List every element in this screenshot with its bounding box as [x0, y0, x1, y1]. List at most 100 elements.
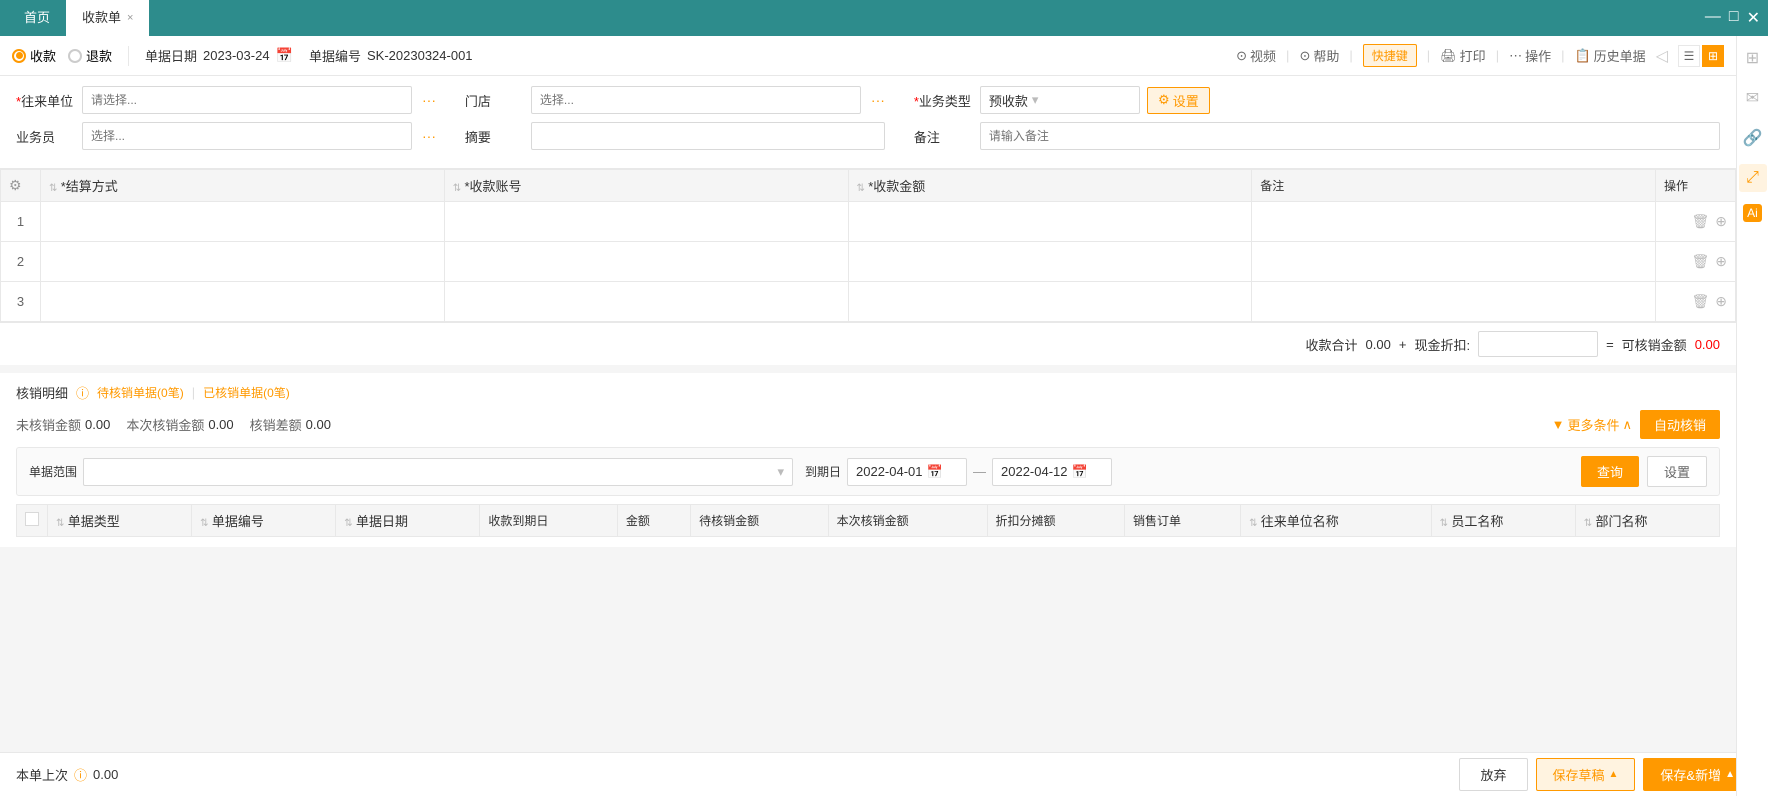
radio-refund[interactable]: 退款: [68, 46, 112, 65]
partner-field: *往来单位 ···: [16, 86, 436, 114]
partner-more-icon[interactable]: ···: [422, 92, 436, 108]
pending-tab[interactable]: 待核销单据(0笔): [97, 384, 184, 401]
calendar-icon[interactable]: 📅: [276, 47, 293, 64]
date-to-picker[interactable]: 2022-04-12 📅: [992, 458, 1112, 486]
nav-prev-icon[interactable]: ◁: [1656, 46, 1668, 66]
staff-input[interactable]: [82, 122, 412, 150]
video-btn[interactable]: ⊙ 视频: [1236, 46, 1276, 65]
auto-verify-btn[interactable]: 自动核销: [1640, 410, 1720, 439]
operation-btn[interactable]: ⋯ 操作: [1509, 46, 1551, 65]
store-input[interactable]: [531, 86, 861, 114]
sidebar-expand-icon[interactable]: ⤢: [1739, 164, 1767, 192]
date-dash: —: [973, 464, 986, 479]
row2-copy-icon[interactable]: ⊕: [1715, 253, 1727, 270]
completed-tab[interactable]: 已核销单据(0笔): [203, 384, 290, 401]
row1-method-input[interactable]: [41, 203, 444, 241]
settings-filter-btn[interactable]: 设置: [1647, 456, 1707, 487]
calendar-to-icon: 📅: [1072, 464, 1088, 480]
row3-method[interactable]: [41, 282, 445, 322]
row2-amount[interactable]: [848, 242, 1252, 282]
business-type-select[interactable]: 预收款 ▾: [980, 86, 1140, 114]
print-btn[interactable]: 🖨 打印: [1440, 46, 1486, 65]
help-btn[interactable]: ⊙ 帮助: [1299, 46, 1339, 65]
row1-account-input[interactable]: [445, 203, 848, 241]
row3-amount-input[interactable]: [849, 283, 1252, 321]
row3-note[interactable]: [1252, 282, 1656, 322]
number-label: 单据编号: [309, 46, 361, 65]
date-label: 到期日: [805, 463, 841, 480]
unverified-label: 未核销金额: [16, 415, 81, 434]
number-value[interactable]: SK-20230324-001: [367, 48, 473, 63]
toolbar-divider-1: [128, 46, 129, 66]
store-label: 门店: [465, 91, 525, 110]
date-value[interactable]: 2023-03-24: [203, 48, 270, 63]
sidebar-mail-icon[interactable]: ✉: [1739, 84, 1767, 112]
row1-delete-icon[interactable]: 🗑: [1691, 213, 1709, 230]
range-select[interactable]: ▾: [83, 458, 793, 486]
row2-note-input[interactable]: [1252, 243, 1655, 281]
row3-note-input[interactable]: [1252, 283, 1655, 321]
row1-amount-input[interactable]: [849, 203, 1252, 241]
note-input[interactable]: [980, 122, 1720, 150]
more-conditions-btn[interactable]: ▼ 更多条件 ∧: [1552, 415, 1632, 434]
row3-amount[interactable]: [848, 282, 1252, 322]
row1-account[interactable]: [444, 202, 848, 242]
date-from-picker[interactable]: 2022-04-01 📅: [847, 458, 967, 486]
col-sales-order: 销售订单: [1125, 505, 1241, 537]
tab-close-icon[interactable]: ×: [127, 0, 133, 36]
row3-delete-icon[interactable]: 🗑: [1691, 293, 1709, 310]
row3-method-input[interactable]: [41, 283, 444, 321]
save-draft-btn[interactable]: 保存草稿 ▲: [1536, 758, 1636, 791]
settings-button[interactable]: ⚙ 设置: [1147, 87, 1210, 114]
tab-active[interactable]: 收款单 ×: [66, 0, 149, 36]
section-title: 核销明细 ⓘ 待核销单据(0笔) | 已核销单据(0笔): [16, 383, 1720, 402]
store-more-icon[interactable]: ···: [871, 92, 885, 108]
sidebar-table-icon[interactable]: ⊞: [1739, 44, 1767, 72]
row3-account-input[interactable]: [445, 283, 848, 321]
footer-info-icon[interactable]: ⓘ: [74, 765, 87, 784]
header-checkbox[interactable]: [25, 512, 39, 526]
row1-method[interactable]: [41, 202, 445, 242]
row2-account-input[interactable]: [445, 243, 848, 281]
row2-method[interactable]: [41, 242, 445, 282]
footer-period-label: 本单上次: [16, 765, 68, 784]
partner-input[interactable]: [82, 86, 412, 114]
history-btn[interactable]: 📋 历史单据: [1574, 46, 1645, 65]
separator: |: [1286, 48, 1289, 63]
col-pending-amount: 待核销金额: [691, 505, 828, 537]
abandon-btn[interactable]: 放弃: [1459, 758, 1527, 791]
row3-account[interactable]: [444, 282, 848, 322]
cash-discount-input[interactable]: [1478, 331, 1598, 357]
view-list-icon[interactable]: ☰: [1678, 45, 1700, 67]
row1-amount[interactable]: [848, 202, 1252, 242]
row2-delete-icon[interactable]: 🗑: [1691, 253, 1709, 270]
summary-row: 收款合计 0.00 + 现金折扣: = 可核销金额 0.00: [0, 322, 1736, 365]
row2-amount-input[interactable]: [849, 243, 1252, 281]
row1-note[interactable]: [1252, 202, 1656, 242]
row2-method-input[interactable]: [41, 243, 444, 281]
row2-note[interactable]: [1252, 242, 1656, 282]
row1-note-input[interactable]: [1252, 203, 1655, 241]
summary-label3: 可核销金额: [1622, 335, 1687, 354]
col-checkbox[interactable]: [17, 505, 48, 537]
row3-copy-icon[interactable]: ⊕: [1715, 293, 1727, 310]
close-icon[interactable]: ✕: [1747, 8, 1760, 28]
right-sidebar: ⊞ ✉ 🔗 ⤢ Ai: [1736, 36, 1768, 796]
tab-home[interactable]: 首页: [8, 0, 66, 36]
summary-input[interactable]: [531, 122, 885, 150]
row1-copy-icon[interactable]: ⊕: [1715, 213, 1727, 230]
staff-more-icon[interactable]: ···: [422, 128, 436, 144]
sidebar-ai-btn[interactable]: Ai: [1743, 204, 1762, 222]
shortcut-btn[interactable]: 快捷键: [1363, 44, 1417, 67]
info-icon[interactable]: ⓘ: [76, 383, 89, 402]
view-grid-icon[interactable]: ⊞: [1702, 45, 1724, 67]
minimize-icon[interactable]: —: [1705, 8, 1721, 28]
maximize-icon[interactable]: □: [1729, 8, 1739, 28]
col-gear[interactable]: ⚙: [1, 170, 41, 202]
row2-account[interactable]: [444, 242, 848, 282]
range-label: 单据范围: [29, 463, 77, 480]
table-gear-icon[interactable]: ⚙: [9, 177, 22, 193]
radio-receive[interactable]: 收款: [12, 46, 56, 65]
query-btn[interactable]: 查询: [1581, 456, 1639, 487]
sidebar-link-icon[interactable]: 🔗: [1739, 124, 1767, 152]
